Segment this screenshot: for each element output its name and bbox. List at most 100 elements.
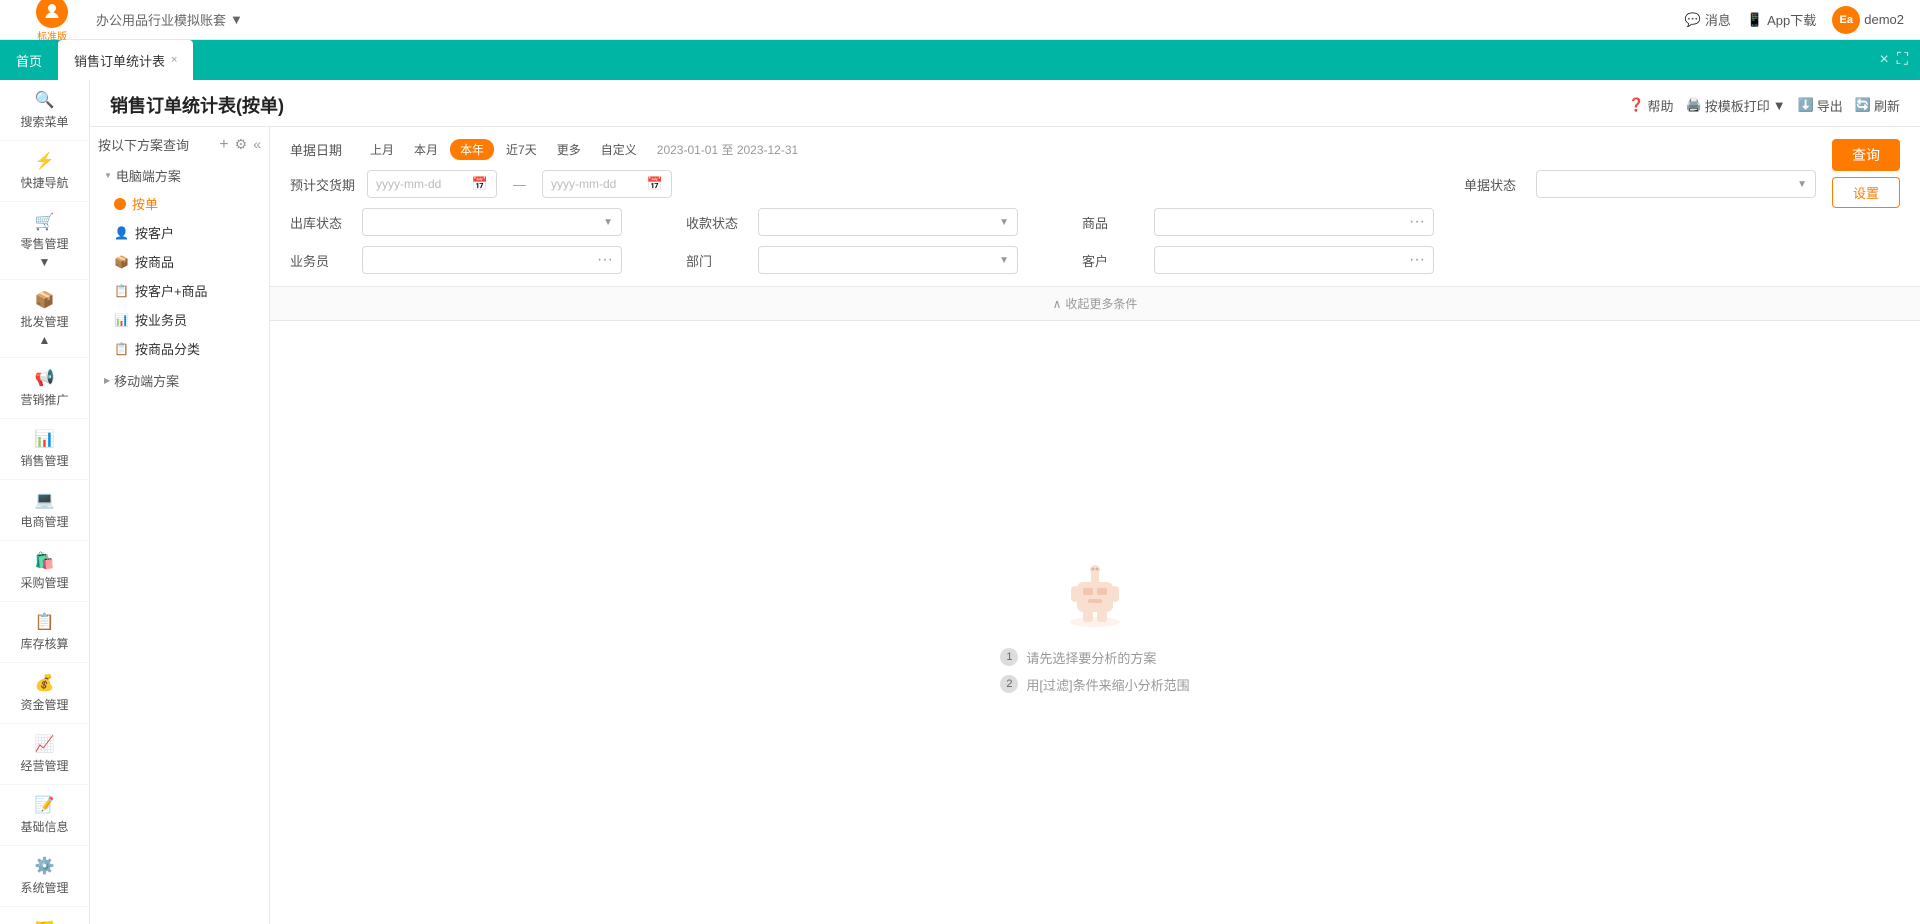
scheme-group-header-mobile[interactable]: ▶ 移动端方案	[98, 367, 261, 394]
sidebar-item-system[interactable]: ⚙️ 系统管理	[0, 846, 89, 907]
customer-label: 客户	[1082, 251, 1142, 270]
calendar-icon-start: 📅	[472, 176, 488, 192]
scheme-item-customer-goods[interactable]: 📋 按客户+商品	[98, 276, 261, 305]
date-tabs: 上月 本月 本年 近7天 更多 自定义 2023-01-01 至 2023-12…	[362, 139, 798, 160]
collapse-bar[interactable]: ∧ 收起更多条件	[270, 287, 1920, 321]
salesperson-dots: ···	[597, 251, 613, 269]
sidebar-item-finance[interactable]: 💰 资金管理	[0, 663, 89, 724]
dept-chevron: ▼	[999, 255, 1009, 266]
scheme-customer-goods-label: 按客户+商品	[135, 281, 208, 300]
help-btn[interactable]: ❓ 帮助	[1628, 96, 1673, 115]
scheme-order-label: 按单	[132, 194, 158, 213]
date-tab-thismonth[interactable]: 本月	[406, 139, 446, 160]
scheme-item-category[interactable]: 📋 按商品分类	[98, 334, 261, 363]
message-btn[interactable]: 💬 消息	[1685, 10, 1731, 29]
scheme-category-icon: 📋	[114, 342, 129, 356]
user-name: demo2	[1864, 12, 1904, 27]
breadcrumb-text: 办公用品行业模拟账套	[96, 10, 226, 29]
sidebar-item-operations[interactable]: 📈 经营管理	[0, 724, 89, 785]
shipping-row: 出库状态 ▼ 收款状态 ▼	[290, 208, 1816, 236]
download-icon: 📱	[1747, 12, 1763, 28]
dept-select[interactable]: ▼	[758, 246, 1018, 274]
page-actions: ❓ 帮助 🖨️ 按模板打印 ▼ ⬇️ 导出 🔄 刷新	[1628, 96, 1900, 115]
salesperson-input[interactable]: ···	[362, 246, 622, 274]
date-tab-custom[interactable]: 自定义	[593, 139, 645, 160]
empty-illustration	[1055, 552, 1135, 632]
sidebar-item-marketing[interactable]: 📢 营销推广	[0, 358, 89, 419]
sidebar-item-inventory[interactable]: 📋 库存核算	[0, 602, 89, 663]
scheme-category-label: 按商品分类	[135, 339, 200, 358]
date-tab-7days[interactable]: 近7天	[498, 139, 545, 160]
date-tab-lastmonth[interactable]: 上月	[362, 139, 402, 160]
expected-date-end-placeholder: yyyy-mm-dd	[551, 177, 616, 191]
expected-date-end[interactable]: yyyy-mm-dd 📅	[542, 170, 672, 198]
scheme-salesperson-label: 按业务员	[135, 310, 187, 329]
tab-sales-order[interactable]: 销售订单统计表 ×	[58, 40, 193, 80]
query-button[interactable]: 查询	[1832, 139, 1900, 171]
sidebar-wholesale-label: 批发管理	[20, 313, 68, 330]
basic-icon: 📝	[35, 795, 55, 815]
right-content: 单据日期 上月 本月 本年 近7天 更多 自定义 2023-01-01 至 20…	[270, 127, 1920, 924]
status-label: 单据状态	[1464, 175, 1524, 194]
date-tab-thisyear[interactable]: 本年	[450, 139, 494, 160]
scheme-mobile-label: 移动端方案	[114, 371, 179, 390]
scheme-desktop-label: 电脑端方案	[116, 166, 181, 185]
shipping-label: 出库状态	[290, 213, 350, 232]
sidebar-item-quicknav[interactable]: ⚡ 快捷导航	[0, 141, 89, 202]
sidebar-item-search[interactable]: 🔍 搜索菜单	[0, 80, 89, 141]
search-icon: 🔍	[35, 90, 55, 110]
payment-select[interactable]: ▼	[758, 208, 1018, 236]
person-row: 业务员 ··· 部门 ▼	[290, 246, 1816, 274]
action-buttons: 查询 设置	[1832, 139, 1900, 208]
sidebar-item-basic[interactable]: 📝 基础信息	[0, 785, 89, 846]
refresh-btn[interactable]: 🔄 刷新	[1855, 96, 1900, 115]
goods-input[interactable]: ···	[1154, 208, 1434, 236]
settings-button[interactable]: 设置	[1832, 177, 1900, 208]
calendar-icon-end: 📅	[647, 176, 663, 192]
goods-dots: ···	[1409, 213, 1425, 231]
scheme-goods-icon: 📦	[114, 255, 129, 269]
shipping-select[interactable]: ▼	[362, 208, 622, 236]
sidebar-item-sales[interactable]: 📊 销售管理	[0, 419, 89, 480]
scheme-header: 按以下方案查询 + ⚙ «	[98, 135, 261, 154]
scheme-item-salesperson[interactable]: 📊 按业务员	[98, 305, 261, 334]
help-icon: ❓	[1628, 97, 1644, 113]
collapse-up-icon: ∧	[1053, 297, 1062, 311]
top-bar: 标准版 办公用品行业模拟账套 ▼ 💬 消息 📱 App下载 Ea demo2	[0, 0, 1920, 40]
marketing-icon: 📢	[35, 368, 55, 388]
logo-icon	[36, 0, 68, 28]
breadcrumb-chevron[interactable]: ▼	[230, 12, 243, 27]
template-print-btn[interactable]: 🖨️ 按模板打印 ▼	[1686, 96, 1786, 115]
sidebar-item-retail[interactable]: 🛒 零售管理 ▼	[0, 202, 89, 280]
sidebar-ecommerce-label: 电商管理	[20, 513, 68, 530]
sidebar-search-label: 搜索菜单	[20, 113, 68, 130]
scheme-item-goods[interactable]: 📦 按商品	[98, 247, 261, 276]
hint-2-text: 用[过滤]条件来缩小分析范围	[1026, 675, 1189, 694]
date-tab-more[interactable]: 更多	[549, 139, 589, 160]
scheme-customer-label: 按客户	[135, 223, 174, 242]
scheme-settings-icon[interactable]: ⚙	[235, 136, 248, 154]
tab-home[interactable]: 首页	[0, 40, 58, 80]
window-close-btn[interactable]: ×	[1879, 51, 1888, 69]
filter-row-1: 单据日期 上月 本月 本年 近7天 更多 自定义 2023-01-01 至 20…	[290, 139, 1900, 274]
scheme-group-header-desktop[interactable]: ▼ 电脑端方案	[98, 162, 261, 189]
customer-input[interactable]: ···	[1154, 246, 1434, 274]
scheme-item-order[interactable]: 按单	[98, 189, 261, 218]
scheme-item-customer[interactable]: 👤 按客户	[98, 218, 261, 247]
expected-date-start[interactable]: yyyy-mm-dd 📅	[367, 170, 497, 198]
user-area[interactable]: Ea demo2	[1832, 6, 1904, 34]
sidebar-item-purchase[interactable]: 🛍️ 采购管理	[0, 541, 89, 602]
tab-close-icon[interactable]: ×	[171, 54, 177, 66]
window-maximize-btn[interactable]: ⛶	[1897, 51, 1908, 69]
sidebar-item-corp[interactable]: 🤝 企业协同	[0, 907, 89, 924]
app-download-btn[interactable]: 📱 App下载	[1747, 10, 1816, 29]
sidebar-item-wholesale[interactable]: 📦 批发管理 ▲	[0, 280, 89, 358]
sidebar-item-ecommerce[interactable]: 💻 电商管理	[0, 480, 89, 541]
export-btn[interactable]: ⬇️ 导出	[1798, 96, 1843, 115]
avatar: Ea	[1832, 6, 1860, 34]
scheme-collapse-icon[interactable]: «	[253, 136, 261, 154]
print-chevron: ▼	[1773, 98, 1786, 113]
scheme-add-icon[interactable]: +	[219, 136, 228, 154]
corp-icon: 🤝	[35, 917, 55, 924]
status-select[interactable]: ▼	[1536, 170, 1816, 198]
